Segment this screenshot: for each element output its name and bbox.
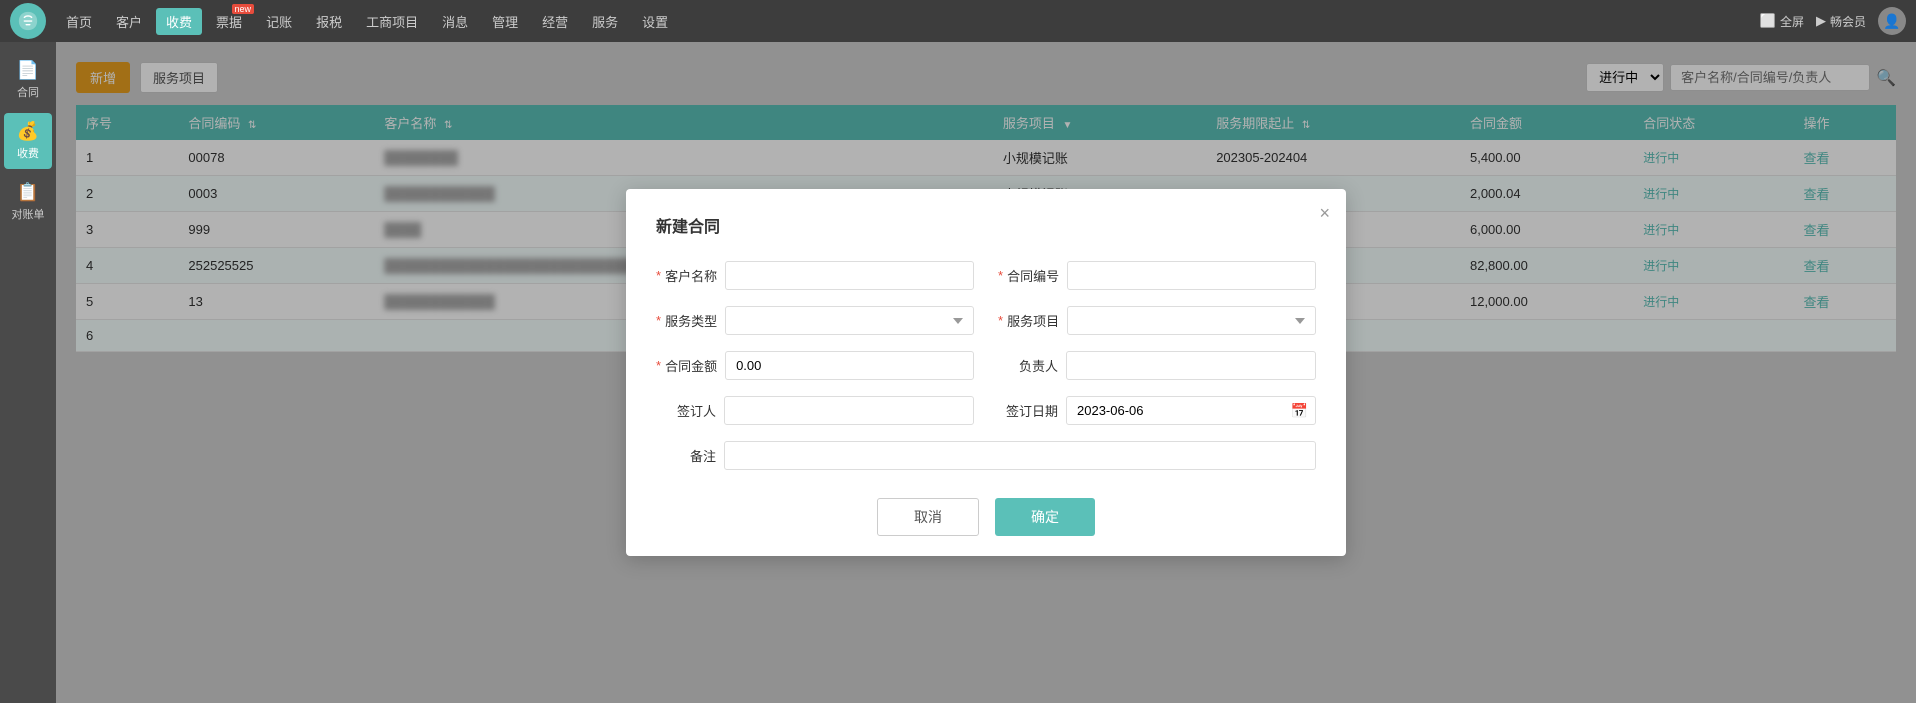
modal-footer: 取消 确定: [656, 498, 1316, 536]
service-type-row: * 服务类型: [656, 306, 974, 335]
nav-operation[interactable]: 经营: [532, 8, 578, 35]
signer-row: 签订人: [656, 396, 974, 425]
nav-client[interactable]: 客户: [106, 8, 152, 35]
contract-amount-label: * 合同金额: [656, 356, 717, 375]
client-name-input[interactable]: [725, 261, 974, 290]
modal-close-button[interactable]: ×: [1319, 203, 1330, 224]
contract-no-required: *: [998, 268, 1003, 283]
sign-date-input[interactable]: [1066, 396, 1316, 425]
signer-input[interactable]: [724, 396, 974, 425]
contract-amount-row: * 合同金额: [656, 351, 974, 380]
sidebar-item-billing-label: 收费: [17, 145, 39, 161]
statement-icon: 📋: [17, 182, 39, 203]
contract-icon: 📄: [17, 60, 39, 81]
signer-group: 签订人: [656, 396, 974, 425]
confirm-button[interactable]: 确定: [995, 498, 1095, 536]
remark-row: 备注: [656, 441, 1316, 470]
sign-date-row: 签订日期 📅: [998, 396, 1316, 425]
nav-right: ⬜ 全屏 ▶ 畅会员 👤: [1760, 7, 1906, 35]
user-avatar[interactable]: 👤: [1878, 7, 1906, 35]
main-layout: 📄 合同 💰 收费 📋 对账单 新增 服务项目 进行中 已完成 已终止 🔍: [0, 42, 1916, 703]
service-type-select[interactable]: [725, 306, 974, 335]
service-item-label: * 服务项目: [998, 311, 1059, 330]
nav-invoice[interactable]: 票据 new: [206, 8, 252, 35]
service-item-select[interactable]: [1067, 306, 1316, 335]
nav-service[interactable]: 服务: [582, 8, 628, 35]
new-badge: new: [232, 4, 255, 14]
vip-button[interactable]: ▶ 畅会员: [1816, 13, 1866, 30]
calendar-icon: 📅: [1291, 402, 1308, 419]
responsible-group: 负责人: [998, 351, 1316, 380]
remark-input[interactable]: [724, 441, 1316, 470]
contract-no-input[interactable]: [1067, 261, 1316, 290]
fullscreen-button[interactable]: ⬜ 全屏: [1760, 13, 1804, 30]
sidebar-item-contract[interactable]: 📄 合同: [4, 52, 52, 108]
nav-items: 首页 客户 收费 票据 new 记账 报税 工商项目 消息 管理 经营 服务 设…: [56, 8, 1760, 35]
new-contract-modal: × 新建合同 * 客户名称: [626, 189, 1346, 556]
sign-date-group: 签订日期 📅: [998, 396, 1316, 425]
sidebar-item-statement-label: 对账单: [12, 206, 45, 222]
client-name-label: * 客户名称: [656, 266, 717, 285]
nav-home[interactable]: 首页: [56, 8, 102, 35]
service-item-group: * 服务项目: [998, 306, 1316, 335]
signer-label: 签订人: [656, 401, 716, 420]
service-type-label: * 服务类型: [656, 311, 717, 330]
service-type-group: * 服务类型: [656, 306, 974, 335]
client-name-row: * 客户名称: [656, 261, 974, 290]
nav-settings[interactable]: 设置: [632, 8, 678, 35]
client-name-required: *: [656, 268, 661, 283]
contract-amount-input[interactable]: [725, 351, 974, 380]
app-logo: [10, 3, 46, 39]
contract-no-group: * 合同编号: [998, 261, 1316, 290]
nav-tax[interactable]: 报税: [306, 8, 352, 35]
responsible-input[interactable]: [1066, 351, 1316, 380]
modal-overlay: × 新建合同 * 客户名称: [56, 42, 1916, 703]
sidebar-item-contract-label: 合同: [17, 84, 39, 100]
remark-label: 备注: [656, 446, 716, 465]
nav-bookkeeping[interactable]: 记账: [256, 8, 302, 35]
nav-manage[interactable]: 管理: [482, 8, 528, 35]
billing-icon: 💰: [17, 121, 39, 142]
nav-billing[interactable]: 收费: [156, 8, 202, 35]
modal-title: 新建合同: [656, 213, 1316, 237]
nav-message[interactable]: 消息: [432, 8, 478, 35]
modal-form: * 客户名称 * 合同编号: [656, 261, 1316, 470]
client-name-group: * 客户名称: [656, 261, 974, 290]
responsible-row: 负责人: [998, 351, 1316, 380]
sign-date-label: 签订日期: [998, 401, 1058, 420]
contract-no-label: * 合同编号: [998, 266, 1059, 285]
sidebar-item-billing[interactable]: 💰 收费: [4, 113, 52, 169]
sidebar: 📄 合同 💰 收费 📋 对账单: [0, 42, 56, 703]
content-area: 新增 服务项目 进行中 已完成 已终止 🔍 序号 合同编码 ⇅: [56, 42, 1916, 703]
nav-business[interactable]: 工商项目: [356, 8, 428, 35]
cancel-button[interactable]: 取消: [877, 498, 979, 536]
responsible-label: 负责人: [998, 356, 1058, 375]
contract-amount-group: * 合同金额: [656, 351, 974, 380]
contract-no-row: * 合同编号: [998, 261, 1316, 290]
top-navigation: 首页 客户 收费 票据 new 记账 报税 工商项目 消息 管理 经营 服务 设…: [0, 0, 1916, 42]
remark-group: 备注: [656, 441, 1316, 470]
sidebar-item-statement[interactable]: 📋 对账单: [4, 174, 52, 230]
service-item-row: * 服务项目: [998, 306, 1316, 335]
